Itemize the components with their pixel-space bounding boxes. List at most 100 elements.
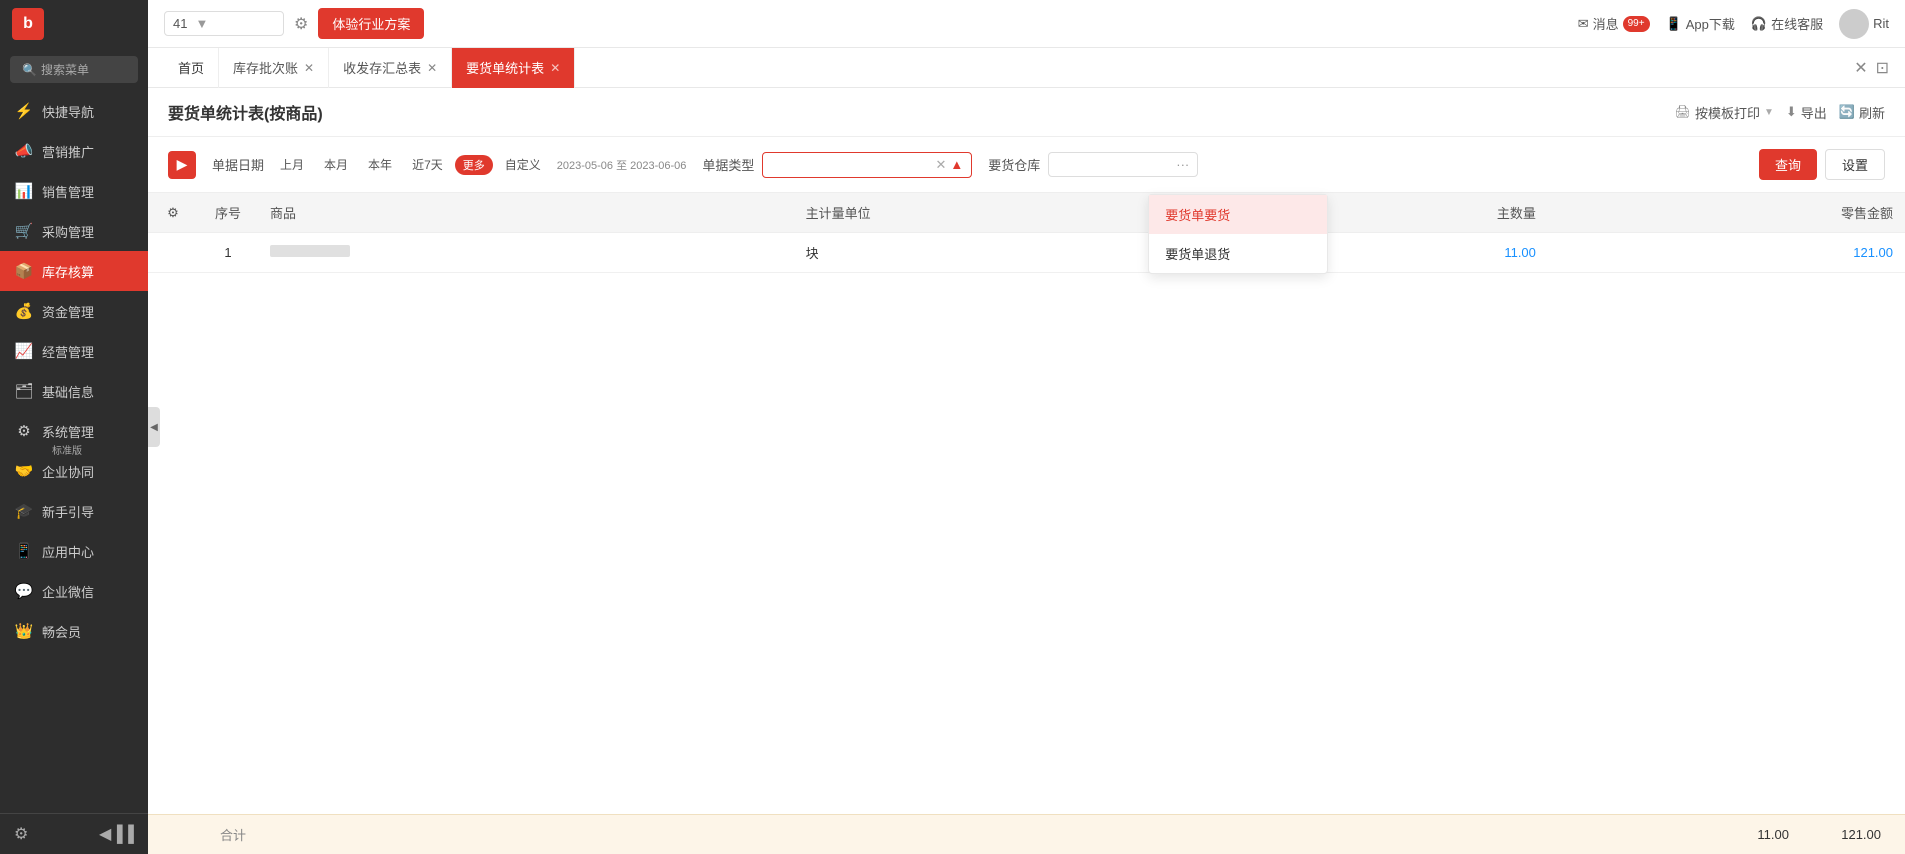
data-table: ⚙ 序号 商品 主计量单位 主数量 零售金额 1 bbox=[148, 193, 1905, 273]
page-title: 要货单统计表(按商品) bbox=[168, 100, 323, 124]
topbar-left: 41 ▼ ⚙ 体验行业方案 bbox=[164, 8, 424, 39]
sidebar-item-vip[interactable]: 👑 畅会员 bbox=[0, 611, 148, 651]
tab-batch-account[interactable]: 库存批次账 ✕ bbox=[219, 48, 329, 88]
tabs-expand-icon[interactable]: ⊡ bbox=[1876, 58, 1889, 78]
page-actions: 🖨 按模板打印 ▼ ⬇ 导出 🔄 刷新 bbox=[1674, 103, 1885, 122]
tab-close-order-stats[interactable]: ✕ bbox=[550, 61, 560, 75]
sidebar-nav: ⚡ 快捷导航 📣 营销推广 📊 销售管理 🛒 采购管理 📦 库存核算 💰 资金管… bbox=[0, 91, 148, 813]
company-selector[interactable]: 41 ▼ bbox=[164, 11, 284, 36]
print-arrow-icon: ▼ bbox=[1764, 107, 1774, 118]
date-tab-this-month[interactable]: 本月 bbox=[316, 153, 356, 176]
table-body: 1 块 11.00 121.00 bbox=[148, 233, 1905, 273]
product-placeholder bbox=[270, 245, 350, 257]
type-input-clear-icon[interactable]: ✕ bbox=[935, 157, 946, 173]
filter-toggle-button[interactable]: ▶ bbox=[168, 151, 196, 179]
dropdown-item-order-return[interactable]: 要货单退货 bbox=[1149, 234, 1327, 273]
date-tab-this-year[interactable]: 本年 bbox=[360, 153, 400, 176]
sidebar-item-enterprise[interactable]: 🤝 企业协同 bbox=[0, 451, 148, 491]
tabs-close-all-icon[interactable]: ✕ bbox=[1854, 58, 1867, 78]
export-icon: ⬇ bbox=[1786, 104, 1797, 120]
inventory-icon: 📦 bbox=[14, 261, 34, 281]
date-tab-more[interactable]: 更多 bbox=[455, 155, 493, 175]
tab-recv-summary[interactable]: 收发存汇总表 ✕ bbox=[329, 48, 452, 88]
tab-home[interactable]: 首页 bbox=[164, 48, 219, 88]
print-button[interactable]: 🖨 按模板打印 ▼ bbox=[1674, 103, 1773, 122]
type-input[interactable] bbox=[771, 157, 931, 172]
filter-action-buttons: 查询 设置 bbox=[1759, 149, 1885, 180]
sidebar-item-finance[interactable]: 💰 资金管理 bbox=[0, 291, 148, 331]
sidebar-item-purchase[interactable]: 🛒 采购管理 bbox=[0, 211, 148, 251]
type-input-wrap: ✕ ▲ bbox=[762, 152, 972, 178]
appstore-icon: 📱 bbox=[14, 541, 34, 561]
warehouse-input[interactable]: ··· bbox=[1048, 152, 1198, 177]
th-settings[interactable]: ⚙ bbox=[148, 193, 198, 233]
sidebar-search[interactable]: 🔍 搜索菜单 bbox=[10, 56, 138, 83]
tab-close-recv-summary[interactable]: ✕ bbox=[427, 61, 437, 75]
guide-icon: 🎓 bbox=[14, 501, 34, 521]
dropdown-item-order-goods[interactable]: 要货单要货 bbox=[1149, 195, 1327, 234]
tab-order-stats[interactable]: 要货单统计表 ✕ bbox=[452, 48, 575, 88]
footer-amount: 121.00 bbox=[1813, 827, 1893, 842]
trial-button[interactable]: 体验行业方案 bbox=[318, 8, 424, 39]
tabs-bar: 首页 库存批次账 ✕ 收发存汇总表 ✕ 要货单统计表 ✕ ✕ ⊡ bbox=[148, 48, 1905, 88]
avatar-image bbox=[1839, 9, 1869, 39]
sidebar-collapse-button[interactable]: ◀ bbox=[148, 407, 160, 447]
wechat-icon: 💬 bbox=[14, 581, 34, 601]
table-header-row: ⚙ 序号 商品 主计量单位 主数量 零售金额 bbox=[148, 193, 1905, 233]
sidebar-item-marketing[interactable]: 📣 营销推广 bbox=[0, 131, 148, 171]
messages-button[interactable]: ✉ 消息 99+ bbox=[1578, 14, 1650, 33]
sidebar-item-inventory[interactable]: 📦 库存核算 bbox=[0, 251, 148, 291]
date-tab-7days[interactable]: 近7天 bbox=[404, 153, 451, 176]
sidebar-bottom: ⚙ ◀▐▐ bbox=[0, 813, 148, 854]
headset-icon: 🎧 bbox=[1751, 16, 1767, 32]
tab-close-batch-account[interactable]: ✕ bbox=[304, 61, 314, 75]
enterprise-icon: 🤝 bbox=[14, 461, 34, 481]
filter-bar: ▶ 单据日期 上月 本月 本年 近7天 更多 自定义 2023-05-06 至 … bbox=[148, 137, 1905, 193]
quick-nav-icon: ⚡ bbox=[14, 101, 34, 121]
app-download-button[interactable]: 📱 App下载 bbox=[1666, 14, 1735, 33]
table-footer: 合计 11.00 121.00 bbox=[148, 814, 1905, 854]
search-icon: 🔍 bbox=[22, 63, 37, 77]
sidebar-item-operation[interactable]: 📈 经营管理 bbox=[0, 331, 148, 371]
system-icon: ⚙ bbox=[14, 421, 34, 441]
basic-icon: 🗂 bbox=[14, 381, 34, 401]
finance-icon: 💰 bbox=[14, 301, 34, 321]
collapse-audio-icon[interactable]: ◀▐▐ bbox=[99, 824, 134, 844]
row-product-cell bbox=[258, 233, 794, 273]
date-tab-custom[interactable]: 自定义 bbox=[497, 153, 549, 176]
settings-icon[interactable]: ⚙ bbox=[14, 824, 28, 844]
row-amount-cell: 121.00 bbox=[1548, 233, 1905, 273]
sidebar-logo: b 畅捷通好生意 标准版 bbox=[0, 0, 148, 48]
warehouse-more-icon[interactable]: ··· bbox=[1176, 157, 1189, 172]
selector-arrow-icon: ▼ bbox=[195, 16, 208, 31]
footer-qty: 11.00 bbox=[1601, 827, 1801, 842]
date-tab-last-month[interactable]: 上月 bbox=[272, 153, 312, 176]
date-filter-group: 单据日期 上月 本月 本年 近7天 更多 自定义 2023-05-06 至 20… bbox=[212, 153, 686, 176]
footer-label: 合计 bbox=[220, 825, 280, 844]
sidebar-item-guide[interactable]: 🎓 新手引导 bbox=[0, 491, 148, 531]
th-num: 序号 bbox=[198, 193, 258, 233]
date-tabs: 上月 本月 本年 近7天 更多 自定义 bbox=[272, 153, 549, 176]
sidebar-item-appstore[interactable]: 📱 应用中心 bbox=[0, 531, 148, 571]
sidebar-item-basic[interactable]: 🗂 基础信息 bbox=[0, 371, 148, 411]
topbar-right: ✉ 消息 99+ 📱 App下载 🎧 在线客服 Rit bbox=[1578, 9, 1889, 39]
vip-icon: 👑 bbox=[14, 621, 34, 641]
sidebar-item-quick-nav[interactable]: ⚡ 快捷导航 bbox=[0, 91, 148, 131]
sales-icon: 📊 bbox=[14, 181, 34, 201]
th-amount: 零售金额 bbox=[1548, 193, 1905, 233]
sidebar-item-wechat[interactable]: 💬 企业微信 bbox=[0, 571, 148, 611]
mobile-icon: 📱 bbox=[1666, 16, 1682, 32]
marketing-icon: 📣 bbox=[14, 141, 34, 161]
user-avatar[interactable]: Rit bbox=[1839, 9, 1889, 39]
export-button[interactable]: ⬇ 导出 bbox=[1786, 103, 1827, 122]
refresh-button[interactable]: 🔄 刷新 bbox=[1839, 103, 1885, 122]
query-button[interactable]: 查询 bbox=[1759, 149, 1817, 180]
row-num-cell: 1 bbox=[198, 233, 258, 273]
settings-button[interactable]: 设置 bbox=[1825, 149, 1885, 180]
topbar-gear-icon[interactable]: ⚙ bbox=[294, 14, 308, 34]
table-wrap: ⚙ 序号 商品 主计量单位 主数量 零售金额 1 bbox=[148, 193, 1905, 814]
online-service-button[interactable]: 🎧 在线客服 bbox=[1751, 14, 1823, 33]
sidebar-item-sales[interactable]: 📊 销售管理 bbox=[0, 171, 148, 211]
sidebar-item-system[interactable]: ⚙ 系统管理 bbox=[0, 411, 148, 451]
type-dropdown-arrow[interactable]: ▲ bbox=[950, 157, 963, 172]
